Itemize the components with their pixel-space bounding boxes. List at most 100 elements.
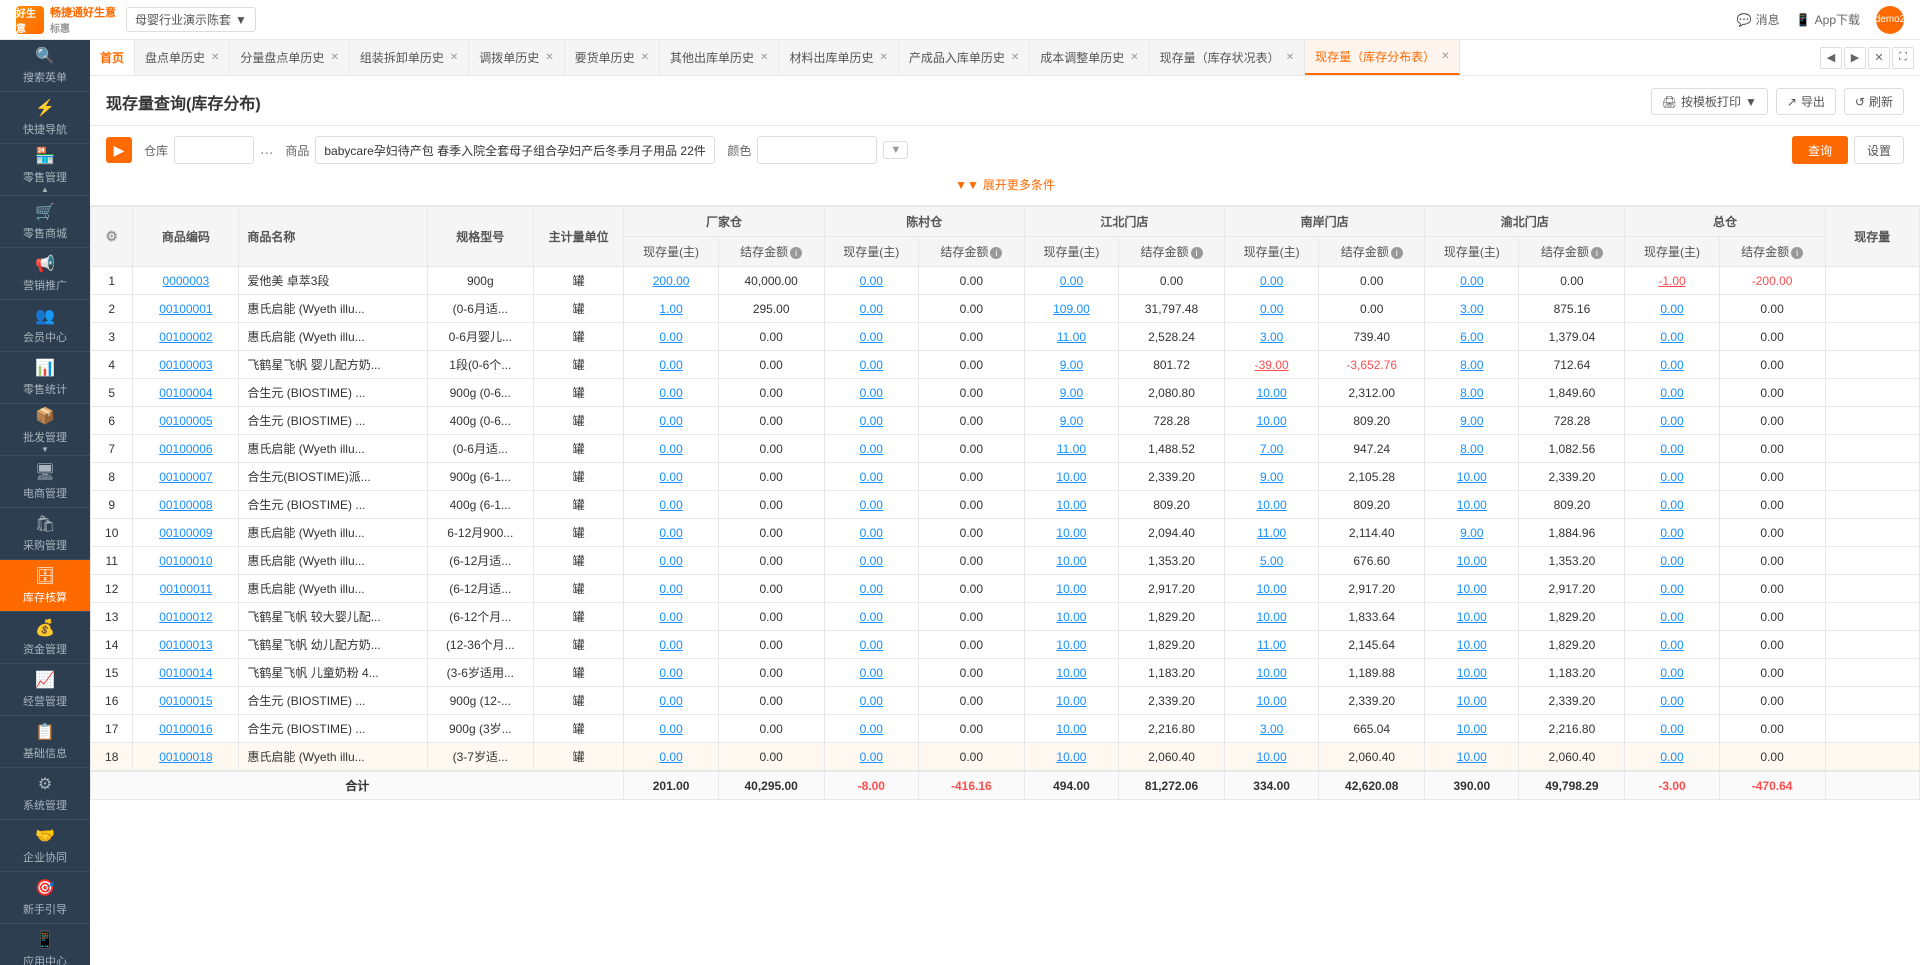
row-fac-qty[interactable]: 0.00	[624, 743, 718, 772]
row-chen-qty[interactable]: 0.00	[824, 323, 918, 351]
tab-inventory-dist[interactable]: 现存量（库存分布表） ✕	[1305, 40, 1460, 75]
row-chen-qty[interactable]: 0.00	[824, 491, 918, 519]
tab-close-productin[interactable]: ✕	[1011, 52, 1019, 63]
demo-dropdown[interactable]: 母婴行业演示陈套 ▼	[126, 7, 256, 32]
row-total-qty[interactable]: 0.00	[1625, 295, 1719, 323]
row-code[interactable]: 00100009	[133, 519, 239, 547]
row-jb-qty[interactable]: 10.00	[1024, 659, 1118, 687]
row-total-qty[interactable]: 0.00	[1625, 407, 1719, 435]
row-code[interactable]: 00100015	[133, 687, 239, 715]
row-chen-qty[interactable]: 0.00	[824, 463, 918, 491]
row-fac-qty[interactable]: 0.00	[624, 659, 718, 687]
row-yu-qty[interactable]: 10.00	[1425, 547, 1519, 575]
row-chen-qty[interactable]: 0.00	[824, 407, 918, 435]
row-yu-qty[interactable]: 10.00	[1425, 463, 1519, 491]
row-yu-qty[interactable]: 10.00	[1425, 659, 1519, 687]
row-code[interactable]: 0000003	[133, 267, 239, 295]
row-chen-qty[interactable]: 0.00	[824, 603, 918, 631]
row-total-qty[interactable]: 0.00	[1625, 491, 1719, 519]
row-jb-qty[interactable]: 10.00	[1024, 519, 1118, 547]
row-total-qty[interactable]: -1.00	[1625, 267, 1719, 295]
row-fac-qty[interactable]: 0.00	[624, 435, 718, 463]
row-jb-qty[interactable]: 10.00	[1024, 743, 1118, 772]
row-na-qty[interactable]: 10.00	[1225, 491, 1319, 519]
row-na-qty[interactable]: 10.00	[1225, 575, 1319, 603]
row-chen-qty[interactable]: 0.00	[824, 379, 918, 407]
row-total-qty[interactable]: 0.00	[1625, 519, 1719, 547]
row-chen-qty[interactable]: 0.00	[824, 295, 918, 323]
row-yu-qty[interactable]: 6.00	[1425, 323, 1519, 351]
row-code[interactable]: 00100018	[133, 743, 239, 772]
row-yu-qty[interactable]: 8.00	[1425, 351, 1519, 379]
tab-assembly[interactable]: 组装拆卸单历史 ✕	[350, 40, 469, 75]
row-code[interactable]: 00100007	[133, 463, 239, 491]
row-na-qty[interactable]: 3.00	[1225, 715, 1319, 743]
row-na-qty[interactable]: 7.00	[1225, 435, 1319, 463]
row-total-qty[interactable]: 0.00	[1625, 631, 1719, 659]
na-info-icon[interactable]: i	[1391, 247, 1403, 259]
row-total-qty[interactable]: 0.00	[1625, 575, 1719, 603]
row-yu-qty[interactable]: 9.00	[1425, 519, 1519, 547]
row-total-qty[interactable]: 0.00	[1625, 603, 1719, 631]
sidebar-item-inventory[interactable]: 🗄 库存核算	[0, 560, 90, 612]
gear-icon[interactable]: ⚙	[105, 228, 118, 244]
row-yu-qty[interactable]: 10.00	[1425, 491, 1519, 519]
row-total-qty[interactable]: 0.00	[1625, 743, 1719, 772]
row-yu-qty[interactable]: 10.00	[1425, 715, 1519, 743]
row-na-qty[interactable]: 10.00	[1225, 743, 1319, 772]
row-yu-qty[interactable]: 8.00	[1425, 435, 1519, 463]
row-code[interactable]: 00100010	[133, 547, 239, 575]
row-chen-qty[interactable]: 0.00	[824, 435, 918, 463]
tab-close-inventory-status[interactable]: ✕	[1286, 52, 1294, 63]
row-code[interactable]: 00100011	[133, 575, 239, 603]
fac-info-icon[interactable]: i	[790, 247, 802, 259]
row-code[interactable]: 00100012	[133, 603, 239, 631]
row-fac-qty[interactable]: 0.00	[624, 715, 718, 743]
sidebar-item-quicknav[interactable]: ⚡ 快捷导航	[0, 92, 90, 144]
settings-btn[interactable]: 设置	[1854, 136, 1904, 164]
sidebar-item-newguide[interactable]: 🎯 新手引导	[0, 872, 90, 924]
row-code[interactable]: 00100014	[133, 659, 239, 687]
row-total-qty[interactable]: 0.00	[1625, 379, 1719, 407]
row-na-qty[interactable]: 9.00	[1225, 463, 1319, 491]
row-chen-qty[interactable]: 0.00	[824, 575, 918, 603]
row-na-qty[interactable]: 10.00	[1225, 687, 1319, 715]
row-jb-qty[interactable]: 109.00	[1024, 295, 1118, 323]
row-code[interactable]: 00100008	[133, 491, 239, 519]
tab-prev-btn[interactable]: ◀	[1820, 47, 1842, 69]
tab-close-stocktake[interactable]: ✕	[211, 52, 219, 63]
row-na-qty[interactable]: 3.00	[1225, 323, 1319, 351]
tab-fenstocktak[interactable]: 分量盘点单历史 ✕	[230, 40, 349, 75]
row-total-qty[interactable]: 0.00	[1625, 323, 1719, 351]
row-fac-qty[interactable]: 0.00	[624, 463, 718, 491]
row-jb-qty[interactable]: 10.00	[1024, 631, 1118, 659]
row-code[interactable]: 00100006	[133, 435, 239, 463]
sidebar-item-purchase[interactable]: 🛍 采购管理	[0, 508, 90, 560]
sidebar-item-retail-mall[interactable]: 🛒 零售商城	[0, 196, 90, 248]
logo[interactable]: 好生意 畅捷通好生意 标惠	[16, 4, 116, 35]
row-total-qty[interactable]: 0.00	[1625, 687, 1719, 715]
tab-close-otherout[interactable]: ✕	[760, 52, 768, 63]
row-fac-qty[interactable]: 0.00	[624, 323, 718, 351]
chen-info-icon[interactable]: i	[990, 247, 1002, 259]
row-total-qty[interactable]: 0.00	[1625, 463, 1719, 491]
row-na-qty[interactable]: 10.00	[1225, 659, 1319, 687]
yu-info-icon[interactable]: i	[1591, 247, 1603, 259]
row-jb-qty[interactable]: 10.00	[1024, 715, 1118, 743]
sidebar-item-retail-mgmt[interactable]: 🏪 零售管理 ▲	[0, 144, 90, 196]
row-code[interactable]: 00100004	[133, 379, 239, 407]
row-total-qty[interactable]: 0.00	[1625, 715, 1719, 743]
row-na-qty[interactable]: 0.00	[1225, 295, 1319, 323]
row-fac-qty[interactable]: 0.00	[624, 631, 718, 659]
row-yu-qty[interactable]: 3.00	[1425, 295, 1519, 323]
row-fac-qty[interactable]: 1.00	[624, 295, 718, 323]
row-yu-qty[interactable]: 10.00	[1425, 743, 1519, 772]
tab-otherout[interactable]: 其他出库单历史 ✕	[660, 40, 779, 75]
sidebar-item-operations[interactable]: 📈 经营管理	[0, 664, 90, 716]
row-yu-qty[interactable]: 8.00	[1425, 379, 1519, 407]
row-code[interactable]: 00100003	[133, 351, 239, 379]
row-yu-qty[interactable]: 0.00	[1425, 267, 1519, 295]
tab-home[interactable]: 首页	[90, 40, 135, 75]
row-jb-qty[interactable]: 10.00	[1024, 491, 1118, 519]
expand-btn[interactable]: ▼▼ 展开更多条件	[955, 176, 1055, 193]
